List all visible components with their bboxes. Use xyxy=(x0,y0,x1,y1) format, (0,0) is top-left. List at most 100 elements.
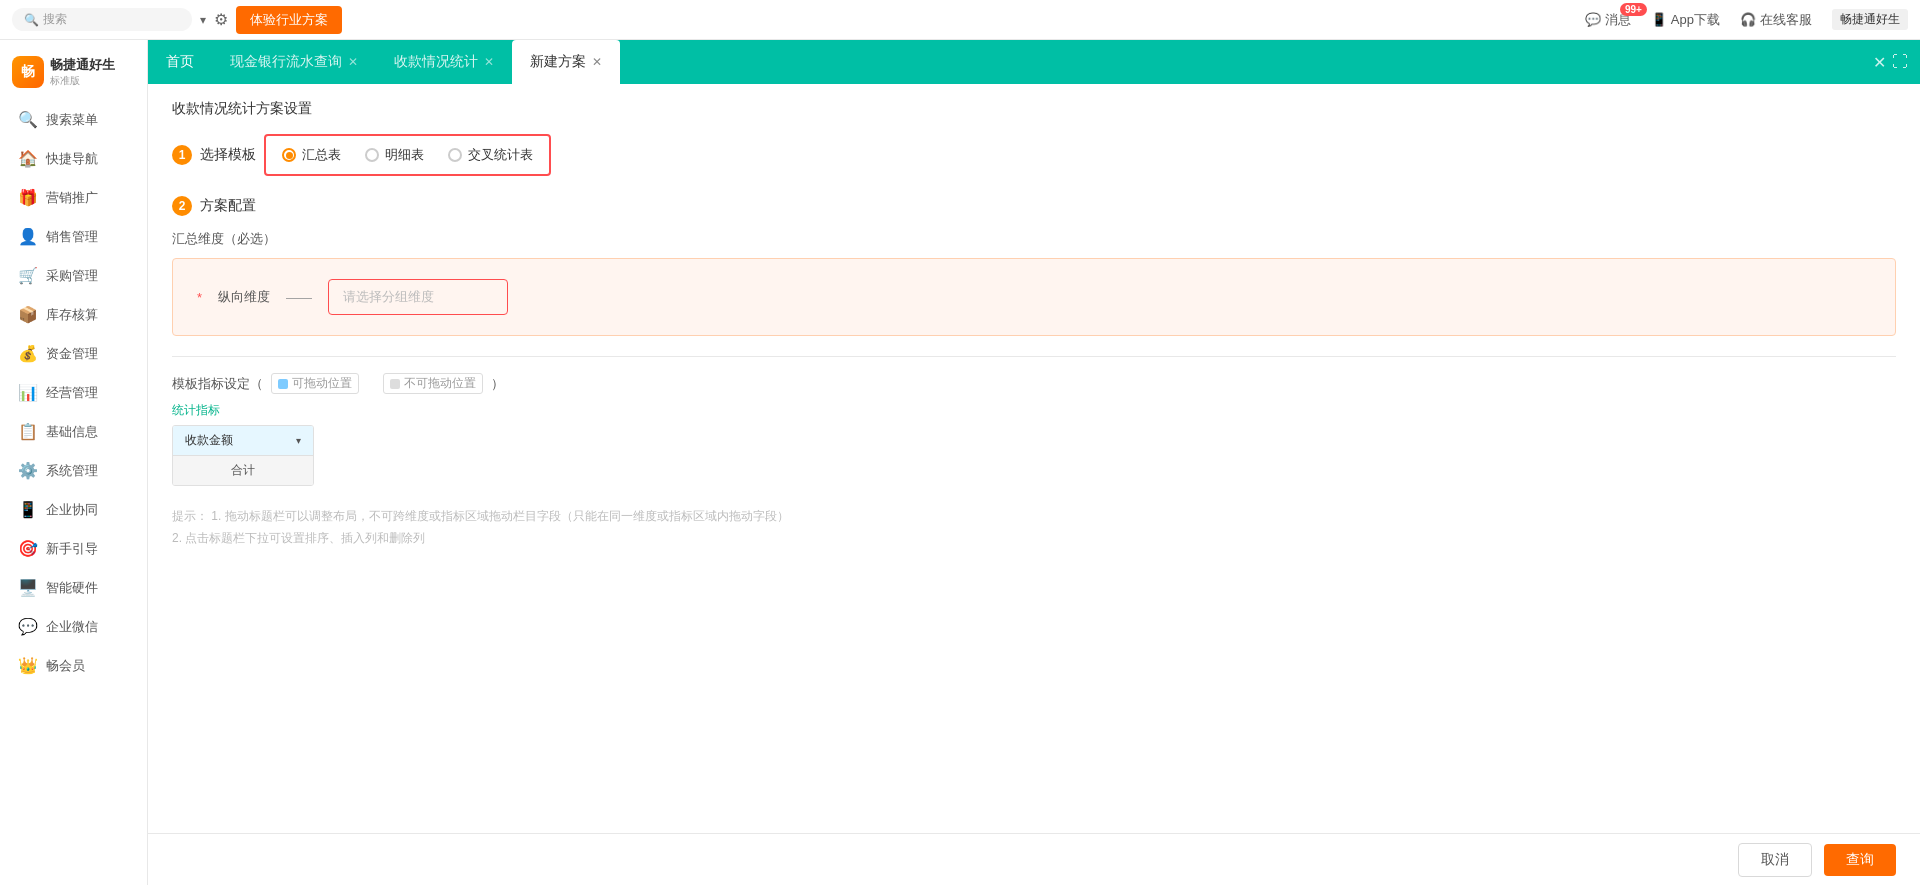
header-left: 🔍 搜索 ▾ ⚙ 体验行业方案 xyxy=(12,6,342,34)
sidebar-item-search-menu[interactable]: 🔍 搜索菜单 xyxy=(0,100,147,139)
app-download-button[interactable]: 📱 App下载 xyxy=(1651,11,1720,29)
step2-header: 2 方案配置 xyxy=(172,196,1896,216)
sidebar-label-enterprise-wechat: 企业微信 xyxy=(46,618,98,636)
tab-cash-bank[interactable]: 现金银行流水查询 ✕ xyxy=(212,40,376,84)
logo-box: 畅 畅捷通好生 标准版 xyxy=(12,56,135,88)
enterprise-wechat-icon: 💬 xyxy=(18,617,38,636)
tab-new-plan-label: 新建方案 xyxy=(530,53,586,71)
user-info: 畅捷通好生 xyxy=(1832,9,1908,30)
maximize-window-icon[interactable]: ⛶ xyxy=(1892,53,1908,71)
cancel-button[interactable]: 取消 xyxy=(1738,843,1812,877)
metrics-label: 模板指标设定（ 可拖动位置 不可拖动位置 ） xyxy=(172,373,1896,394)
app-download-label: App下载 xyxy=(1671,11,1720,29)
template-cross-label: 交叉统计表 xyxy=(468,146,533,164)
hint-text-1: 提示： 1. 拖动标题栏可以调整布局，不可跨维度或指标区域拖动栏目字段（只能在同… xyxy=(172,506,789,528)
finance-icon: 💰 xyxy=(18,344,38,363)
sidebar-label-inventory: 库存核算 xyxy=(46,306,98,324)
tab-collection-stats-close[interactable]: ✕ xyxy=(484,55,494,69)
tab-collection-stats[interactable]: 收款情况统计 ✕ xyxy=(376,40,512,84)
service-icon: 🎧 xyxy=(1740,12,1756,27)
tab-new-plan-close[interactable]: ✕ xyxy=(592,55,602,69)
marketing-icon: 🎁 xyxy=(18,188,38,207)
template-option-detail[interactable]: 明细表 xyxy=(365,146,424,164)
sidebar-item-finance[interactable]: 💰 资金管理 xyxy=(0,334,147,373)
tab-bar: 首页 现金银行流水查询 ✕ 收款情况统计 ✕ 新建方案 ✕ ✕ ⛶ xyxy=(148,40,1920,84)
tab-home-label: 首页 xyxy=(166,53,194,71)
sidebar-item-purchase[interactable]: 🛒 采购管理 xyxy=(0,256,147,295)
dimension-area: * 纵向维度 —— 请选择分组维度 xyxy=(172,258,1896,336)
radio-summary[interactable] xyxy=(282,148,296,162)
dimension-row: * 纵向维度 —— 请选择分组维度 xyxy=(197,279,1871,315)
sidebar-item-system[interactable]: ⚙️ 系统管理 xyxy=(0,451,147,490)
metrics-table-header[interactable]: 收款金额 ▾ xyxy=(173,426,313,456)
metrics-table-wrapper: 统计指标 收款金额 ▾ 合计 xyxy=(172,402,1896,490)
sidebar-item-enterprise-collab[interactable]: 📱 企业协同 xyxy=(0,490,147,529)
sidebar-item-operation[interactable]: 📊 经营管理 xyxy=(0,373,147,412)
sidebar-label-operation: 经营管理 xyxy=(46,384,98,402)
draggable-dot xyxy=(278,379,288,389)
template-option-cross[interactable]: 交叉统计表 xyxy=(448,146,533,164)
search-icon: 🔍 xyxy=(24,13,39,27)
query-button[interactable]: 查询 xyxy=(1824,844,1896,876)
industry-button[interactable]: 体验行业方案 xyxy=(236,6,342,34)
notification-count: 99+ xyxy=(1620,3,1647,16)
tab-new-plan[interactable]: 新建方案 ✕ xyxy=(512,40,620,84)
message-icon: 💬 xyxy=(1585,12,1601,27)
metrics-setting-label: 模板指标设定（ xyxy=(172,375,263,393)
quick-nav-icon: 🏠 xyxy=(18,149,38,168)
draggable-text: 可拖动位置 xyxy=(292,375,352,392)
sidebar-item-quick-nav[interactable]: 🏠 快捷导航 xyxy=(0,139,147,178)
tab-right-actions: ✕ ⛶ xyxy=(1861,53,1920,72)
sidebar-item-inventory[interactable]: 📦 库存核算 xyxy=(0,295,147,334)
template-option-summary[interactable]: 汇总表 xyxy=(282,146,341,164)
tab-home[interactable]: 首页 xyxy=(148,40,212,84)
page-inner: 收款情况统计方案设置 1 选择模板 汇总表 xyxy=(148,84,1920,833)
system-icon: ⚙️ xyxy=(18,461,38,480)
vertical-dimension-label: 纵向维度 xyxy=(218,288,270,306)
hint-row-1: 提示： 1. 拖动标题栏可以调整布局，不可跨维度或指标区域拖动栏目字段（只能在同… xyxy=(172,506,1896,528)
metrics-total-cell: 合计 xyxy=(173,456,313,485)
step1-num: 1 xyxy=(172,145,192,165)
step1-section: 1 选择模板 汇总表 明细表 xyxy=(172,134,1896,176)
search-bar[interactable]: 🔍 搜索 xyxy=(12,8,192,31)
chevron-down-icon[interactable]: ▾ xyxy=(296,435,301,446)
sidebar-label-marketing: 营销推广 xyxy=(46,189,98,207)
sales-icon: 👤 xyxy=(18,227,38,246)
sidebar-item-enterprise-wechat[interactable]: 💬 企业微信 xyxy=(0,607,147,646)
logo-text-box: 畅捷通好生 标准版 xyxy=(50,56,115,88)
sidebar-logo: 畅 畅捷通好生 标准版 xyxy=(0,48,147,96)
purchase-icon: 🛒 xyxy=(18,266,38,285)
step1-header: 1 选择模板 汇总表 明细表 xyxy=(172,134,1896,176)
sidebar-item-marketing[interactable]: 🎁 营销推广 xyxy=(0,178,147,217)
dropdown-button[interactable]: ▾ xyxy=(200,13,206,27)
settings-icon[interactable]: ⚙ xyxy=(214,10,228,29)
radio-cross[interactable] xyxy=(448,148,462,162)
sidebar: 畅 畅捷通好生 标准版 🔍 搜索菜单 🏠 快捷导航 🎁 营销推广 👤 销售管理 … xyxy=(0,40,148,885)
metrics-section: 模板指标设定（ 可拖动位置 不可拖动位置 ） xyxy=(172,356,1896,549)
sidebar-item-member[interactable]: 👑 畅会员 xyxy=(0,646,147,685)
sidebar-item-basic[interactable]: 📋 基础信息 xyxy=(0,412,147,451)
tab-cash-bank-close[interactable]: ✕ xyxy=(348,55,358,69)
member-icon: 👑 xyxy=(18,656,38,675)
logo-sub-text: 标准版 xyxy=(50,74,115,88)
download-icon: 📱 xyxy=(1651,12,1667,27)
main-layout: 畅 畅捷通好生 标准版 🔍 搜索菜单 🏠 快捷导航 🎁 营销推广 👤 销售管理 … xyxy=(0,40,1920,885)
dimension-select-box[interactable]: 请选择分组维度 xyxy=(328,279,508,315)
online-service-button[interactable]: 🎧 在线客服 xyxy=(1740,11,1812,29)
beginner-icon: 🎯 xyxy=(18,539,38,558)
sidebar-label-quick-nav: 快捷导航 xyxy=(46,150,98,168)
tab-collection-stats-label: 收款情况统计 xyxy=(394,53,478,71)
notification-button[interactable]: 💬 消息 99+ xyxy=(1585,11,1631,29)
radio-detail[interactable] xyxy=(365,148,379,162)
tab-cash-bank-label: 现金银行流水查询 xyxy=(230,53,342,71)
sidebar-label-member: 畅会员 xyxy=(46,657,85,675)
non-draggable-indicator: 不可拖动位置 xyxy=(383,373,483,394)
metrics-table-container: 统计指标 收款金额 ▾ 合计 xyxy=(172,402,314,490)
sidebar-item-beginner[interactable]: 🎯 新手引导 xyxy=(0,529,147,568)
operation-icon: 📊 xyxy=(18,383,38,402)
sidebar-item-smart-hardware[interactable]: 🖥️ 智能硬件 xyxy=(0,568,147,607)
close-window-icon[interactable]: ✕ xyxy=(1873,53,1886,72)
hint-row-2: 2. 点击标题栏下拉可设置排序、插入列和删除列 xyxy=(172,528,1896,550)
sidebar-item-sales[interactable]: 👤 销售管理 xyxy=(0,217,147,256)
metrics-close-paren: ） xyxy=(491,375,504,393)
